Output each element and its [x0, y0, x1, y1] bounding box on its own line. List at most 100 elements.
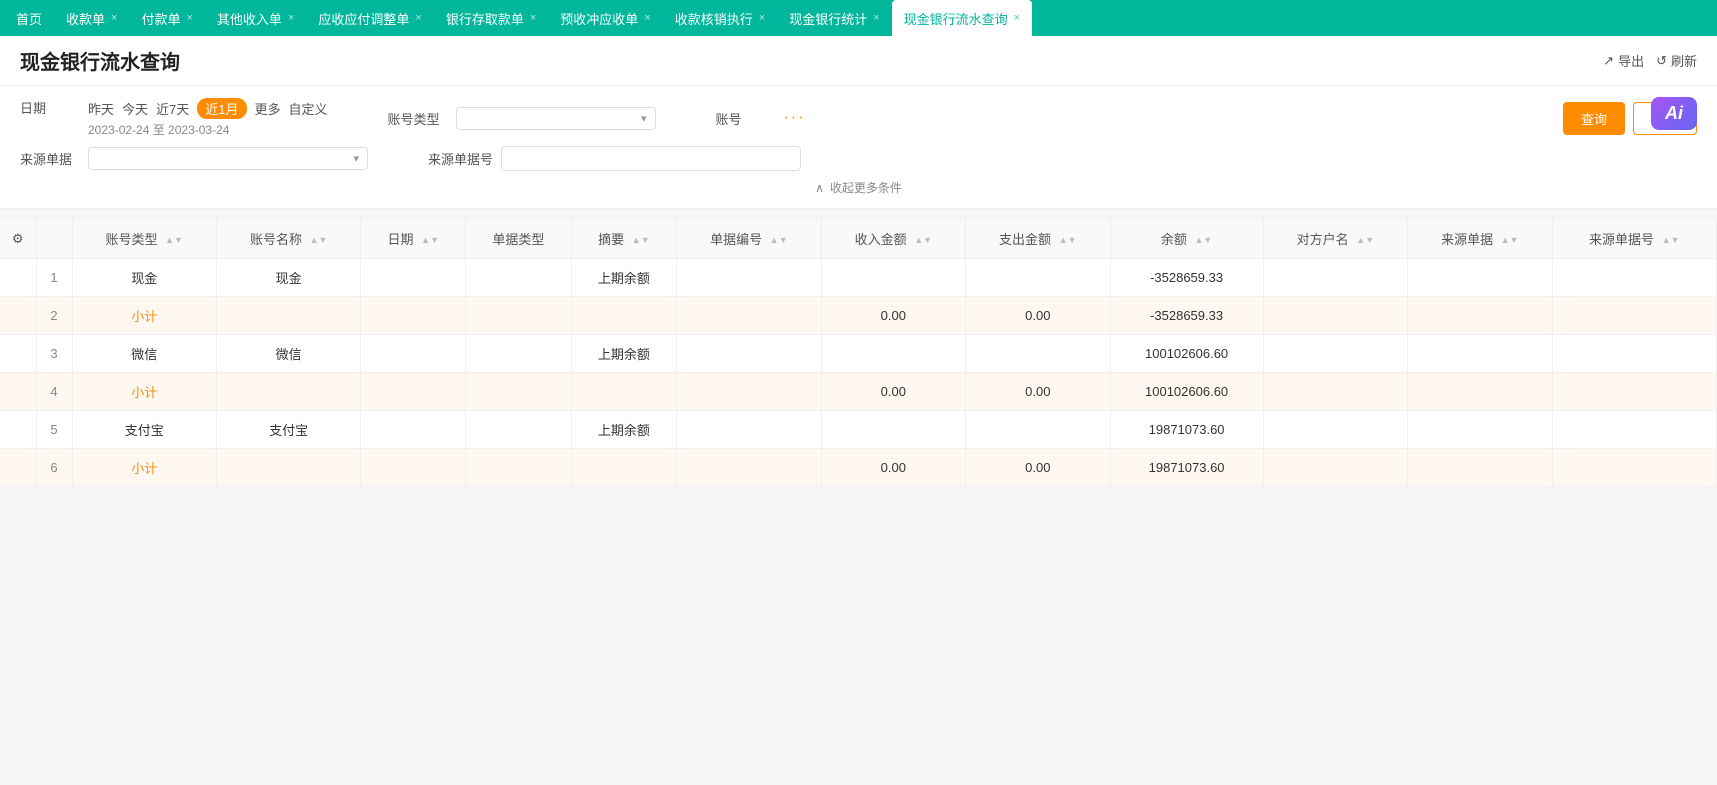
table-cell: 上期余额: [571, 259, 677, 297]
refresh-icon: ↺: [1656, 53, 1667, 69]
th-date-label: 日期: [388, 232, 414, 247]
table-row: 4小计0.000.00100102606.60: [0, 373, 1717, 411]
date-option-7days[interactable]: 近7天: [156, 99, 189, 118]
page-header: 现金银行流水查询 ↗ 导出 ↺ 刷新: [0, 36, 1717, 86]
table-cell: [0, 259, 36, 297]
filter-area: 日期 昨天 今天 近7天 近1月 更多 自定义 2023-02-24 至 202…: [0, 86, 1717, 209]
filter-row-2: 来源单据 ▾ 来源单据号: [20, 146, 1697, 171]
table-cell: [361, 335, 466, 373]
nav-tab-flow-query[interactable]: 现金银行流水查询 ×: [892, 0, 1032, 36]
th-counterpart[interactable]: 对方户名 ▲▼: [1263, 219, 1407, 259]
th-income[interactable]: 收入金额 ▲▼: [821, 219, 965, 259]
nav-tab-other-income[interactable]: 其他收入单 ×: [205, 0, 306, 36]
nav-tab-payments[interactable]: 付款单 ×: [129, 0, 204, 36]
close-other-income-icon[interactable]: ×: [288, 12, 294, 24]
table-cell: 现金: [216, 259, 360, 297]
table-body: 1现金现金上期余额-3528659.332小计0.000.00-3528659.…: [0, 259, 1717, 487]
th-counterpart-label: 对方户名: [1297, 232, 1349, 247]
account-type-select[interactable]: ▾: [456, 107, 656, 130]
table-cell: 微信: [216, 335, 360, 373]
close-verification-icon[interactable]: ×: [759, 12, 765, 24]
query-button[interactable]: 查询: [1563, 102, 1625, 135]
refresh-button[interactable]: ↺ 刷新: [1656, 51, 1697, 70]
table-cell: 微信: [72, 335, 216, 373]
th-settings[interactable]: ⚙: [0, 219, 36, 259]
nav-tab-stats[interactable]: 现金银行统计 ×: [777, 0, 891, 36]
table-cell: [466, 449, 572, 487]
table-cell: 0.00: [821, 449, 965, 487]
nav-tab-adjustments[interactable]: 应收应付调整单 ×: [306, 0, 433, 36]
close-bank-deposit-icon[interactable]: ×: [530, 12, 536, 24]
nav-tab-receipts[interactable]: 收款单 ×: [54, 0, 129, 36]
th-balance-label: 余额: [1161, 232, 1187, 247]
th-doc-num[interactable]: 单据编号 ▲▼: [677, 219, 821, 259]
table-cell: 0.00: [966, 373, 1110, 411]
table-cell: [216, 297, 360, 335]
th-summary-sort-icon: ▲▼: [632, 236, 650, 245]
export-button[interactable]: ↗ 导出: [1603, 51, 1644, 70]
close-receipts-icon[interactable]: ×: [111, 12, 117, 24]
table-cell: 1: [36, 259, 72, 297]
th-account-name[interactable]: 账号名称 ▲▼: [216, 219, 360, 259]
close-flow-query-icon[interactable]: ×: [1014, 12, 1020, 24]
date-option-today[interactable]: 今天: [122, 99, 148, 118]
table-cell: [361, 297, 466, 335]
date-option-yesterday[interactable]: 昨天: [88, 99, 114, 118]
nav-tab-verification[interactable]: 收款核销执行 ×: [663, 0, 777, 36]
nav-tab-bank-deposit[interactable]: 银行存取款单 ×: [434, 0, 548, 36]
date-filter-label: 日期: [20, 98, 80, 117]
nav-tab-flow-query-label: 现金银行流水查询: [904, 9, 1008, 28]
table-row: 5支付宝支付宝上期余额19871073.60: [0, 411, 1717, 449]
nav-tab-prepaid[interactable]: 预收冲应收单 ×: [548, 0, 662, 36]
table-cell: 0.00: [821, 297, 965, 335]
table-cell: 支付宝: [216, 411, 360, 449]
close-stats-icon[interactable]: ×: [873, 12, 879, 24]
table-row: 3微信微信上期余额100102606.60: [0, 335, 1717, 373]
th-summary[interactable]: 摘要 ▲▼: [571, 219, 677, 259]
th-balance[interactable]: 余额 ▲▼: [1110, 219, 1263, 259]
date-options: 昨天 今天 近7天 近1月 更多 自定义: [88, 98, 328, 119]
close-adjustments-icon[interactable]: ×: [415, 12, 421, 24]
table-cell: [677, 373, 821, 411]
table-cell: [361, 411, 466, 449]
table-cell: 上期余额: [571, 411, 677, 449]
th-source-doc[interactable]: 来源单据 ▲▼: [1408, 219, 1552, 259]
source-doc-arrow-icon: ▾: [353, 152, 359, 165]
data-table-container: ⚙ 账号类型 ▲▼ 账号名称 ▲▼ 日期 ▲▼ 单据类型 摘: [0, 219, 1717, 487]
th-date[interactable]: 日期 ▲▼: [361, 219, 466, 259]
ai-badge[interactable]: Ai: [1651, 97, 1697, 130]
date-options-container: 昨天 今天 近7天 近1月 更多 自定义 2023-02-24 至 2023-0…: [88, 98, 328, 138]
collapse-bar[interactable]: ∧ 收起更多条件: [20, 179, 1697, 196]
account-type-arrow-icon: ▾: [641, 112, 647, 125]
account-dots-button[interactable]: ···: [784, 109, 806, 127]
source-doc-num-input[interactable]: [501, 146, 801, 171]
th-doc-num-sort-icon: ▲▼: [770, 236, 788, 245]
nav-tab-receipts-label: 收款单: [66, 9, 105, 28]
table-cell: [1408, 373, 1552, 411]
th-doc-num-label: 单据编号: [710, 232, 762, 247]
table-cell: [1552, 335, 1716, 373]
table-cell: [0, 297, 36, 335]
table-cell: 支付宝: [72, 411, 216, 449]
nav-tab-other-income-label: 其他收入单: [217, 9, 282, 28]
table-cell: 4: [36, 373, 72, 411]
table-cell: 小计: [72, 297, 216, 335]
source-doc-select[interactable]: ▾: [88, 147, 368, 170]
table-cell: [361, 449, 466, 487]
date-option-custom[interactable]: 自定义: [289, 99, 328, 118]
table-cell: [1263, 259, 1407, 297]
th-expense[interactable]: 支出金额 ▲▼: [966, 219, 1110, 259]
table-cell: 5: [36, 411, 72, 449]
close-payments-icon[interactable]: ×: [186, 12, 192, 24]
table-row: 6小计0.000.0019871073.60: [0, 449, 1717, 487]
th-account-type[interactable]: 账号类型 ▲▼: [72, 219, 216, 259]
table-cell: [966, 259, 1110, 297]
date-option-more[interactable]: 更多: [255, 99, 281, 118]
th-source-doc-num[interactable]: 来源单据号 ▲▼: [1552, 219, 1716, 259]
nav-tab-home[interactable]: 首页: [4, 0, 54, 36]
date-option-1month[interactable]: 近1月: [197, 98, 246, 119]
table-cell: [1263, 335, 1407, 373]
close-prepaid-icon[interactable]: ×: [644, 12, 650, 24]
export-icon: ↗: [1603, 53, 1614, 69]
table-cell: [821, 411, 965, 449]
